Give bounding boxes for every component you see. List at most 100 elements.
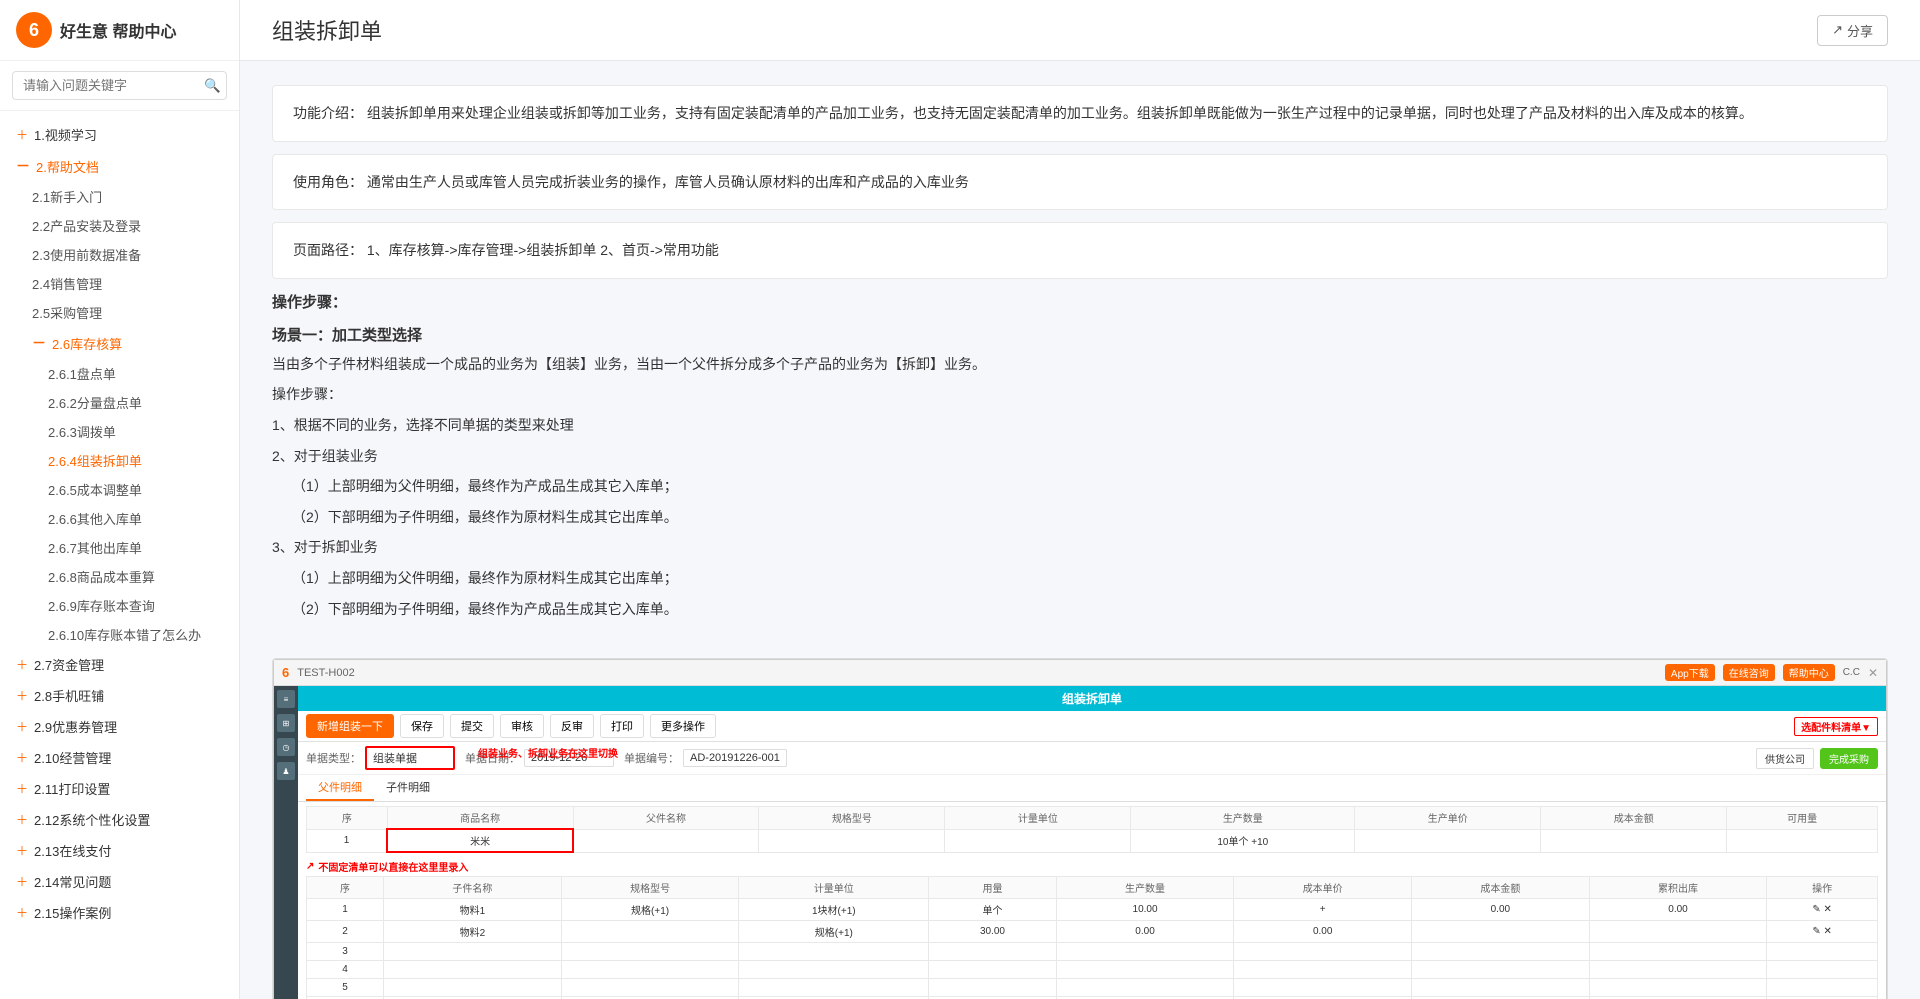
sidebar-item-s2_14[interactable]: ＋ 2.14常见问题 bbox=[0, 866, 239, 897]
app-btn-unaudit[interactable]: 反审 bbox=[550, 714, 594, 738]
intro-text: 组装拆卸单用来处理企业组装或拆卸等加工业务，支持有固定装配清单的产品加工业务，也… bbox=[367, 105, 1753, 121]
form-type-label: 单据类型： bbox=[306, 750, 361, 766]
form-field-company[interactable]: 供货公司 bbox=[1756, 748, 1814, 769]
app-store-name: TEST-H002 bbox=[297, 667, 354, 679]
content-area: 功能介绍： 组装拆卸单用来处理企业组装或拆卸等加工业务，支持有固定装配清单的产品… bbox=[240, 61, 1920, 999]
app-btn-submit[interactable]: 提交 bbox=[450, 714, 494, 738]
search-button[interactable]: 🔍 bbox=[204, 78, 221, 94]
annotation-tabs: 组装业务、拆卸业务在这里切换 bbox=[478, 745, 618, 760]
app-btn-save[interactable]: 保存 bbox=[400, 714, 444, 738]
cell-avail bbox=[1727, 829, 1878, 852]
child-items-table: 序 子件名称 规格型号 计量单位 用量 生产数量 成本单价 成本金额 累积出库 bbox=[306, 876, 1878, 999]
path-block: 页面路径： 1、库存核算->库存管理->组装拆卸单 2、首页->常用功能 bbox=[272, 222, 1888, 279]
app-badge-help: 帮助中心 bbox=[1783, 664, 1835, 681]
sidebar-item-s2_6_8[interactable]: 2.6.8商品成本重算 bbox=[0, 562, 239, 591]
sidebar-item-label-s2_14: 2.14常见问题 bbox=[34, 872, 111, 891]
share-label: 分享 bbox=[1847, 21, 1873, 40]
sidebar-item-s2_2[interactable]: 2.2产品安装及登录 bbox=[0, 211, 239, 240]
table2-container: 序 子件名称 规格型号 计量单位 用量 生产数量 成本单价 成本金额 累积出库 bbox=[298, 874, 1886, 999]
sidebar-item-label-s2_9: 2.9优惠券管理 bbox=[34, 717, 117, 736]
col2-unit: 计量单位 bbox=[739, 877, 929, 899]
step1: 1、根据不同的业务，选择不同单据的类型来处理 bbox=[272, 412, 1888, 439]
steps-area: 操作步骤： 场景一：加工类型选择 当由多个子件材料组装成一个成品的业务为【组装】… bbox=[272, 291, 1888, 642]
sidebar-item-s2_6_1[interactable]: 2.6.1盘点单 bbox=[0, 359, 239, 388]
sidebar-item-s2_11[interactable]: ＋ 2.11打印设置 bbox=[0, 773, 239, 804]
sidebar-item-s2_6_3[interactable]: 2.6.3调拨单 bbox=[0, 417, 239, 446]
app-btn-new[interactable]: 新增组装一下 bbox=[306, 714, 394, 738]
sidebar-item-s2_6_9[interactable]: 2.6.9库存账本查询 bbox=[0, 591, 239, 620]
table-row: 4 bbox=[307, 961, 1878, 979]
scene1-desc: 当由多个子件材料组装成一个成品的业务为【组装】业务，当由一个父件拆分成多个子产品… bbox=[272, 351, 1888, 378]
app-titlebar: 6 TEST-H002 App下载 在线咨询 帮助中心 C.C ✕ bbox=[274, 660, 1886, 686]
sidebar-item-s2_6_7[interactable]: 2.6.7其他出库单 bbox=[0, 533, 239, 562]
tab-parent-items[interactable]: 父件明细 bbox=[306, 775, 374, 801]
sidebar-item-s1[interactable]: ＋ 1.视频学习 bbox=[0, 119, 239, 150]
step2: 2、对于组装业务 bbox=[272, 443, 1888, 470]
annotation-btn: 选配件料清单▼ bbox=[1794, 717, 1878, 736]
sidebar-item-s2_8[interactable]: ＋ 2.8手机旺铺 bbox=[0, 680, 239, 711]
app-close-icon[interactable]: ✕ bbox=[1868, 666, 1878, 680]
expand-icon-s1: ＋ bbox=[16, 126, 28, 143]
sidebar-icon-4: ♟ bbox=[277, 762, 295, 780]
sidebar-item-s2_10[interactable]: ＋ 2.10经营管理 bbox=[0, 742, 239, 773]
sidebar-item-label-s2: 2.帮助文档 bbox=[36, 157, 99, 176]
cell-parent bbox=[573, 829, 759, 852]
step3-2: （2）下部明细为子件明细，最终作为产成品生成其它入库单。 bbox=[272, 596, 1888, 623]
annotation-arrow-icon: ↗ bbox=[306, 861, 314, 872]
expand-icon-s2_8: ＋ bbox=[16, 687, 28, 704]
table-row: 5 bbox=[307, 979, 1878, 997]
app-btn-audit[interactable]: 审核 bbox=[500, 714, 544, 738]
col2-cost-price: 成本单价 bbox=[1234, 877, 1412, 899]
sidebar-item-s2_9[interactable]: ＋ 2.9优惠券管理 bbox=[0, 711, 239, 742]
col2-spec: 规格型号 bbox=[561, 877, 739, 899]
app-badge-appdownload: App下载 bbox=[1665, 664, 1715, 681]
sidebar-item-s2_6_10[interactable]: 2.6.10库存账本错了怎么办 bbox=[0, 620, 239, 649]
tab-child-items[interactable]: 子件明细 bbox=[374, 775, 442, 801]
app-body: ≡ ⊞ ◷ ♟ 组装拆卸单 新增组装一下 保存 提交 审核 bbox=[274, 686, 1886, 999]
intro-block: 功能介绍： 组装拆卸单用来处理企业组装或拆卸等加工业务，支持有固定装配清单的产品… bbox=[272, 85, 1888, 142]
app-nav-bar: 新增组装一下 保存 提交 审核 反审 打印 更多操作 选配件料清单▼ bbox=[298, 711, 1886, 742]
sidebar-item-s2_7[interactable]: ＋ 2.7资金管理 bbox=[0, 649, 239, 680]
sidebar-item-s2_6_2[interactable]: 2.6.2分量盘点单 bbox=[0, 388, 239, 417]
expand-icon-s2_10: ＋ bbox=[16, 749, 28, 766]
expand-icon-s2_15: ＋ bbox=[16, 904, 28, 921]
cell-product[interactable]: 米米 bbox=[387, 829, 573, 852]
col-qty: 生产数量 bbox=[1131, 807, 1355, 830]
sidebar-item-s2_13[interactable]: ＋ 2.13在线支付 bbox=[0, 835, 239, 866]
sidebar-item-s2_6[interactable]: － 2.6库存核算 bbox=[0, 327, 239, 359]
cell-price bbox=[1355, 829, 1541, 852]
col2-cost-amt: 成本金额 bbox=[1412, 877, 1590, 899]
cell-spec bbox=[759, 829, 945, 852]
form-right-actions: 供货公司 完成采购 bbox=[1756, 748, 1878, 769]
step2-2: （2）下部明细为子件明细，最终作为原材料生成其它出库单。 bbox=[272, 504, 1888, 531]
app-btn-print[interactable]: 打印 bbox=[600, 714, 644, 738]
sidebar-item-s2_5[interactable]: 2.5采购管理 bbox=[0, 298, 239, 327]
sidebar-item-s2_1[interactable]: 2.1新手入门 bbox=[0, 182, 239, 211]
sidebar-icon-1: ≡ bbox=[277, 690, 295, 708]
form-field-number: 单据编号： AD-20191226-001 bbox=[624, 749, 787, 767]
table-row: 2 物料2 规格(+1) 30.00 0.00 0.00 bbox=[307, 921, 1878, 943]
table-row: 1 米米 10单个 +10 bbox=[307, 829, 1878, 852]
sidebar-item-s2[interactable]: － 2.帮助文档 bbox=[0, 150, 239, 182]
sidebar-item-s2_6_4[interactable]: 2.6.4组装拆卸单 bbox=[0, 446, 239, 475]
sidebar-item-s2_3[interactable]: 2.3使用前数据准备 bbox=[0, 240, 239, 269]
form-type-input[interactable]: 组装单据 bbox=[365, 746, 455, 770]
sidebar-item-s2_15[interactable]: ＋ 2.15操作案例 bbox=[0, 897, 239, 928]
form-btn-confirm[interactable]: 完成采购 bbox=[1820, 748, 1878, 769]
app-btn-more[interactable]: 更多操作 bbox=[650, 714, 716, 738]
sidebar-icon-3: ◷ bbox=[277, 738, 295, 756]
sidebar-item-s2_4[interactable]: 2.4销售管理 bbox=[0, 269, 239, 298]
sidebar-item-s2_6_5[interactable]: 2.6.5成本调整单 bbox=[0, 475, 239, 504]
sidebar-item-s2_6_6[interactable]: 2.6.6其他入库单 bbox=[0, 504, 239, 533]
app-badge-chat: 在线咨询 bbox=[1723, 664, 1775, 681]
form-number-input[interactable]: AD-20191226-001 bbox=[683, 749, 787, 767]
tabs-container: 父件明细 子件明细 组装业务、拆卸业务在这里切换 bbox=[298, 775, 1886, 802]
sidebar-icon-2: ⊞ bbox=[277, 714, 295, 732]
expand-icon-s2_9: ＋ bbox=[16, 718, 28, 735]
search-input[interactable] bbox=[12, 71, 227, 100]
col2-cum-out: 累积出库 bbox=[1589, 877, 1767, 899]
app-logo-icon: 6 bbox=[282, 665, 289, 680]
step3: 3、对于拆卸业务 bbox=[272, 534, 1888, 561]
sidebar-item-s2_12[interactable]: ＋ 2.12系统个性化设置 bbox=[0, 804, 239, 835]
share-button[interactable]: ↗ 分享 bbox=[1817, 15, 1888, 46]
